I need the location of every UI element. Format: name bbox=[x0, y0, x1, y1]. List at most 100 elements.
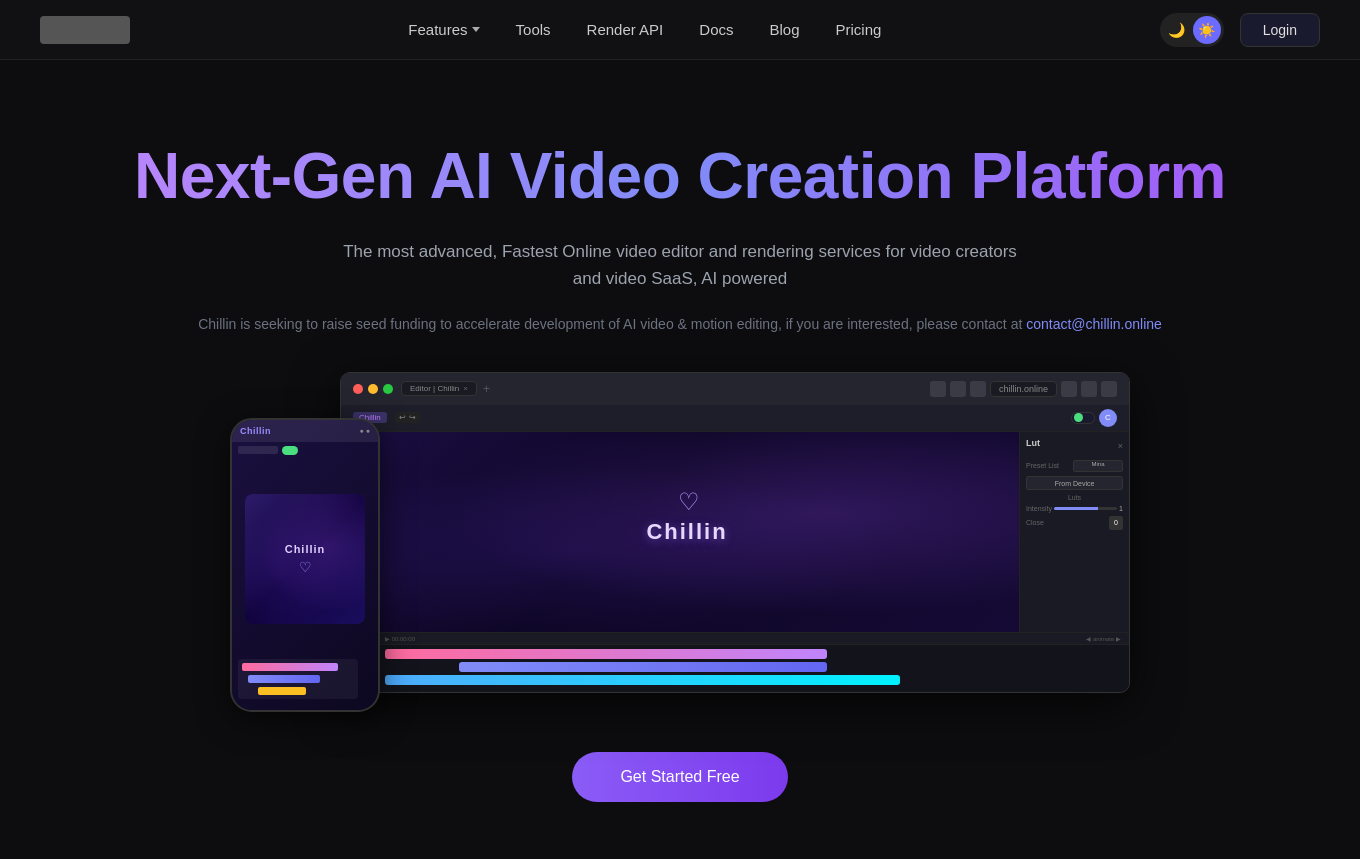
extensions-icon[interactable] bbox=[1081, 381, 1097, 397]
nav-item-blog[interactable]: Blog bbox=[769, 21, 799, 39]
panel-header: Lut × bbox=[1026, 438, 1123, 454]
phone-toggle bbox=[282, 446, 298, 455]
phone-video-thumb: Chillin ♡ bbox=[245, 494, 365, 624]
timeline-ruler: ▶ 00:00:00 ◀ animate ▶ bbox=[377, 633, 1129, 645]
phone-track-3 bbox=[258, 687, 306, 695]
desktop-frame: Editor | Chillin × + chillin.online bbox=[340, 372, 1130, 693]
close-icon bbox=[353, 384, 363, 394]
funding-text: Chillin is seeking to raise seed funding… bbox=[198, 316, 1026, 332]
nav-refresh-icon[interactable] bbox=[970, 381, 986, 397]
panel-preset-label: Preset List bbox=[1026, 462, 1059, 469]
hero-title: Next-Gen AI Video Creation Platform bbox=[40, 140, 1320, 214]
panel-preset-row: Preset List Mina bbox=[1026, 460, 1123, 472]
phone-timeline bbox=[238, 659, 358, 699]
hero-subtitle: The most advanced, Fastest Online video … bbox=[330, 238, 1030, 292]
phone-content: Chillin ♡ bbox=[232, 459, 378, 659]
navbar: Features Tools Render API Docs Blog Pric… bbox=[0, 0, 1360, 60]
nav-link-render-api[interactable]: Render API bbox=[587, 21, 664, 38]
phone-frame: Chillin ● ● Chillin ♡ bbox=[230, 418, 380, 712]
nav-item-docs[interactable]: Docs bbox=[699, 21, 733, 39]
timeline-track-2 bbox=[459, 662, 827, 672]
canvas-text: Chillin bbox=[646, 519, 727, 545]
nav-links: Features Tools Render API Docs Blog Pric… bbox=[408, 21, 881, 39]
panel-intensity-row: Intensity 1 bbox=[1026, 505, 1123, 512]
nav-right: 🌙 ☀️ Login bbox=[1160, 13, 1320, 47]
nav-item-features[interactable]: Features bbox=[408, 21, 479, 38]
canvas-heart-icon: ♡ bbox=[678, 488, 700, 516]
timeline-track-3 bbox=[385, 675, 900, 685]
nav-link-pricing[interactable]: Pricing bbox=[836, 21, 882, 38]
desktop-titlebar: Editor | Chillin × + chillin.online bbox=[341, 373, 1129, 405]
panel-source-sub: Luts bbox=[1026, 494, 1123, 501]
bookmark-icon[interactable] bbox=[1061, 381, 1077, 397]
maximize-icon bbox=[383, 384, 393, 394]
phone-bottom bbox=[232, 659, 378, 699]
desktop-mockup: Editor | Chillin × + chillin.online bbox=[340, 372, 1130, 693]
cta-section: Get Started Free bbox=[40, 712, 1320, 822]
moon-icon: 🌙 bbox=[1168, 22, 1185, 38]
phone-track-1 bbox=[242, 663, 338, 671]
phone-screen: Chillin ● ● Chillin ♡ bbox=[232, 420, 378, 710]
screenshots-container: Chillin ● ● Chillin ♡ bbox=[230, 372, 1130, 712]
canvas-center: Chillin ♡ bbox=[377, 432, 1019, 632]
new-tab-icon: + bbox=[483, 382, 490, 396]
nav-link-tools[interactable]: Tools bbox=[516, 21, 551, 38]
toggle-switch[interactable] bbox=[1071, 412, 1095, 424]
traffic-lights bbox=[353, 384, 393, 394]
funding-email-link[interactable]: contact@chillin.online bbox=[1026, 316, 1162, 332]
minimize-icon bbox=[368, 384, 378, 394]
logo[interactable] bbox=[40, 16, 130, 44]
panel-close-btn[interactable]: 0 bbox=[1109, 516, 1123, 530]
phone-controls: ● ● bbox=[360, 427, 370, 434]
phone-header: Chillin ● ● bbox=[232, 420, 378, 442]
nav-label-features: Features bbox=[408, 21, 467, 38]
toggle-knob bbox=[1074, 413, 1083, 422]
desktop-main: Chillin ♡ Lut × Preset List bbox=[377, 432, 1129, 692]
panel-close-label: Close bbox=[1026, 519, 1044, 526]
right-panel: Lut × Preset List Mina From Device bbox=[1019, 432, 1129, 632]
panel-intensity-value: 1 bbox=[1119, 505, 1123, 512]
panel-source-button[interactable]: From Device bbox=[1026, 476, 1123, 490]
desktop-timeline: ▶ 00:00:00 ◀ animate ▶ bbox=[377, 632, 1129, 692]
tab-close-icon: × bbox=[463, 384, 468, 393]
timeline-track-1 bbox=[385, 649, 827, 659]
nav-item-tools[interactable]: Tools bbox=[516, 21, 551, 39]
phone-toolbar-item bbox=[238, 446, 278, 454]
theme-toggle[interactable]: 🌙 ☀️ bbox=[1160, 13, 1224, 47]
url-bar[interactable]: chillin.online bbox=[990, 381, 1057, 397]
nav-link-blog[interactable]: Blog bbox=[769, 21, 799, 38]
panel-intensity-slider[interactable] bbox=[1054, 507, 1117, 510]
panel-title: Lut bbox=[1026, 438, 1040, 448]
account-icon[interactable] bbox=[1101, 381, 1117, 397]
dark-mode-button[interactable]: 🌙 bbox=[1163, 16, 1191, 44]
heart-icon: ♡ bbox=[299, 559, 312, 575]
light-mode-button[interactable]: ☀️ bbox=[1193, 16, 1221, 44]
titlebar-center: Editor | Chillin × + bbox=[401, 381, 922, 396]
nav-link-docs[interactable]: Docs bbox=[699, 21, 733, 38]
timeline-tracks bbox=[377, 645, 1129, 689]
phone-app-name: Chillin bbox=[240, 426, 271, 436]
canvas-area: Chillin ♡ Lut × Preset List bbox=[377, 432, 1129, 632]
nav-back-icon[interactable] bbox=[930, 381, 946, 397]
get-started-button[interactable]: Get Started Free bbox=[572, 752, 787, 802]
login-button[interactable]: Login bbox=[1240, 13, 1320, 47]
phone-track-2 bbox=[248, 675, 320, 683]
nav-item-pricing[interactable]: Pricing bbox=[836, 21, 882, 39]
redo-icon[interactable]: ↪ bbox=[409, 413, 416, 422]
header-right-controls: C bbox=[1071, 409, 1117, 427]
tab-label: Editor | Chillin bbox=[410, 384, 459, 393]
sun-icon: ☀️ bbox=[1198, 22, 1215, 38]
browser-tab[interactable]: Editor | Chillin × bbox=[401, 381, 477, 396]
chevron-down-icon bbox=[472, 27, 480, 32]
nav-item-render-api[interactable]: Render API bbox=[587, 21, 664, 39]
nav-forward-icon[interactable] bbox=[950, 381, 966, 397]
user-avatar[interactable]: C bbox=[1099, 409, 1117, 427]
url-text: chillin.online bbox=[999, 384, 1048, 394]
timeline-controls: ◀ animate ▶ bbox=[1086, 635, 1121, 642]
panel-intensity-label: Intensity bbox=[1026, 505, 1052, 512]
desktop-app-body: Chillin ♡ Lut × Preset List bbox=[341, 432, 1129, 692]
panel-close-row: Close 0 bbox=[1026, 516, 1123, 530]
panel-close-icon[interactable]: × bbox=[1118, 441, 1123, 451]
window-controls: chillin.online bbox=[930, 381, 1117, 397]
panel-preset-select[interactable]: Mina bbox=[1073, 460, 1123, 472]
